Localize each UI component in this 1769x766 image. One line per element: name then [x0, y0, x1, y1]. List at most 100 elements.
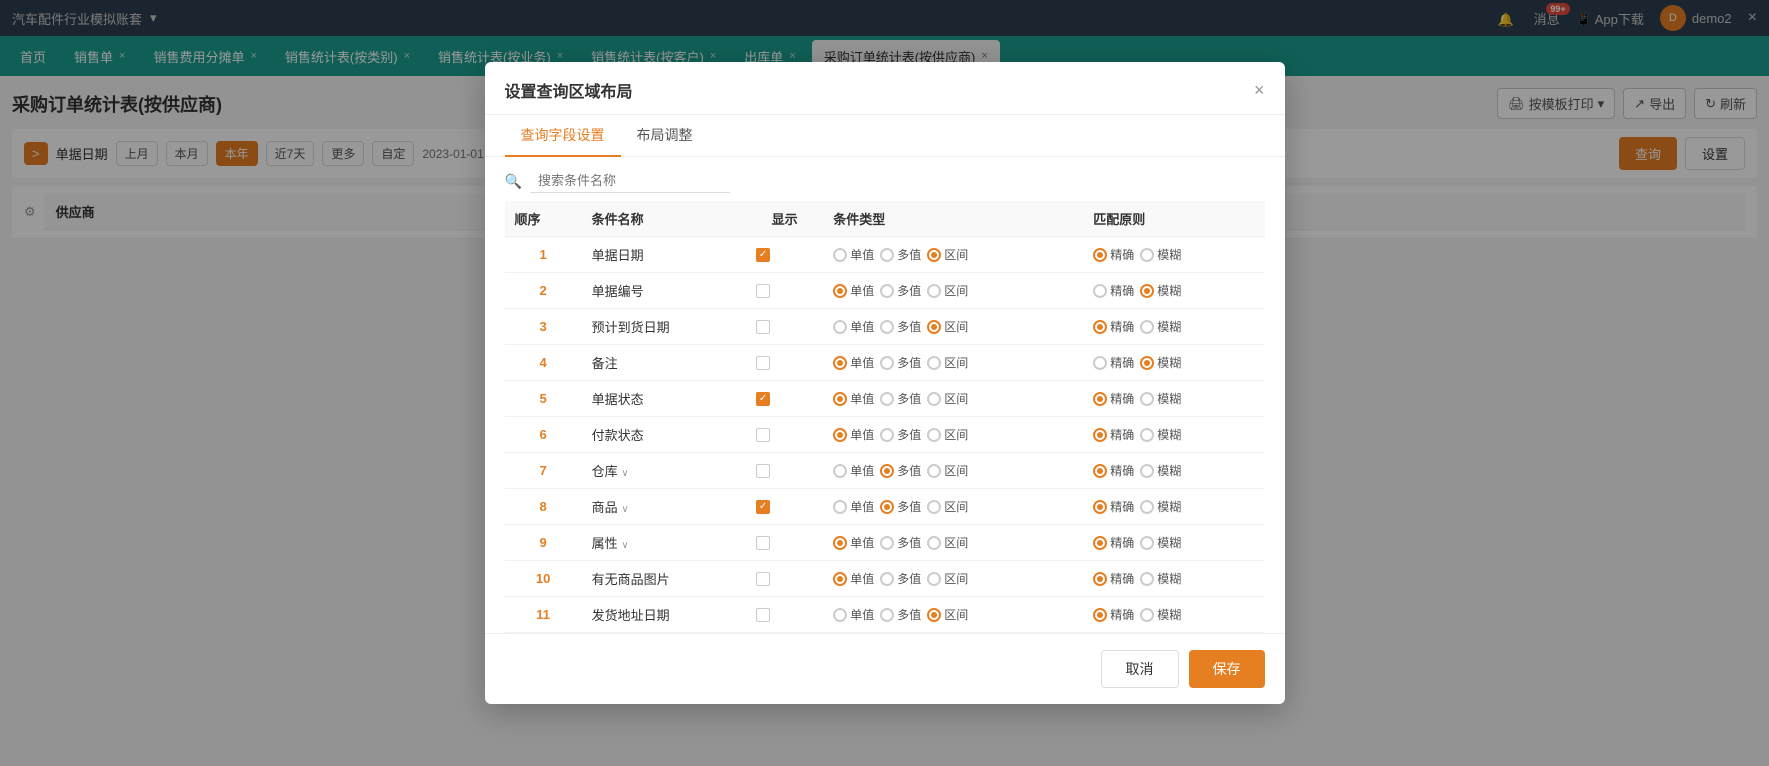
- radio-type-单值[interactable]: 单值: [833, 354, 874, 371]
- radio-match-模糊[interactable]: 模糊: [1140, 498, 1181, 515]
- row-display-checkbox[interactable]: [746, 417, 823, 453]
- radio-label: 区间: [944, 534, 968, 551]
- radio-match-精确[interactable]: 精确: [1093, 426, 1134, 443]
- row-type-options: 单值多值区间: [823, 381, 1083, 417]
- row-display-checkbox[interactable]: [746, 525, 823, 561]
- radio-type-多值[interactable]: 多值: [880, 426, 921, 443]
- radio-label: 模糊: [1157, 318, 1181, 335]
- modal-search-input[interactable]: [530, 169, 730, 193]
- radio-type-单值[interactable]: 单值: [833, 534, 874, 551]
- modal-close-button[interactable]: ×: [1254, 80, 1265, 101]
- radio-dot: [1093, 572, 1107, 586]
- row-display-checkbox[interactable]: [746, 381, 823, 417]
- radio-match-精确[interactable]: 精确: [1093, 282, 1134, 299]
- checkbox[interactable]: [756, 536, 770, 550]
- radio-type-区间[interactable]: 区间: [927, 354, 968, 371]
- radio-match-模糊[interactable]: 模糊: [1140, 534, 1181, 551]
- checkbox[interactable]: [756, 464, 770, 478]
- radio-match-精确[interactable]: 精确: [1093, 246, 1134, 263]
- radio-type-单值[interactable]: 单值: [833, 390, 874, 407]
- radio-match-模糊[interactable]: 模糊: [1140, 354, 1181, 371]
- radio-type-单值[interactable]: 单值: [833, 462, 874, 479]
- expand-arrow-icon[interactable]: ∨: [621, 468, 628, 479]
- radio-match-模糊[interactable]: 模糊: [1140, 246, 1181, 263]
- radio-type-多值[interactable]: 多值: [880, 498, 921, 515]
- radio-type-区间[interactable]: 区间: [927, 318, 968, 335]
- radio-match-精确[interactable]: 精确: [1093, 570, 1134, 587]
- expand-arrow-icon[interactable]: ∨: [621, 540, 628, 551]
- row-display-checkbox[interactable]: [746, 273, 823, 309]
- checkbox[interactable]: [756, 608, 770, 622]
- radio-type-单值[interactable]: 单值: [833, 246, 874, 263]
- radio-type-区间[interactable]: 区间: [927, 570, 968, 587]
- radio-match-模糊[interactable]: 模糊: [1140, 606, 1181, 623]
- checkbox[interactable]: [756, 248, 770, 262]
- checkbox[interactable]: [756, 320, 770, 334]
- modal-footer: 取消 保存: [485, 633, 1285, 704]
- radio-match-精确[interactable]: 精确: [1093, 462, 1134, 479]
- checkbox[interactable]: [756, 356, 770, 370]
- radio-label: 模糊: [1157, 426, 1181, 443]
- radio-match-模糊[interactable]: 模糊: [1140, 426, 1181, 443]
- radio-match-模糊[interactable]: 模糊: [1140, 318, 1181, 335]
- radio-match-精确[interactable]: 精确: [1093, 606, 1134, 623]
- radio-type-单值[interactable]: 单值: [833, 606, 874, 623]
- save-button[interactable]: 保存: [1189, 650, 1265, 688]
- expand-arrow-icon[interactable]: ∨: [621, 504, 628, 515]
- radio-match-模糊[interactable]: 模糊: [1140, 570, 1181, 587]
- checkbox[interactable]: [756, 284, 770, 298]
- checkbox[interactable]: [756, 392, 770, 406]
- row-display-checkbox[interactable]: [746, 561, 823, 597]
- radio-type-区间[interactable]: 区间: [927, 426, 968, 443]
- row-display-checkbox[interactable]: [746, 489, 823, 525]
- radio-type-多值[interactable]: 多值: [880, 354, 921, 371]
- radio-type-区间[interactable]: 区间: [927, 498, 968, 515]
- cancel-button[interactable]: 取消: [1101, 650, 1179, 688]
- radio-type-单值[interactable]: 单值: [833, 282, 874, 299]
- row-display-checkbox[interactable]: [746, 237, 823, 273]
- radio-dot: [927, 284, 941, 298]
- radio-type-多值[interactable]: 多值: [880, 606, 921, 623]
- row-type-options: 单值多值区间: [823, 453, 1083, 489]
- radio-type-多值[interactable]: 多值: [880, 318, 921, 335]
- radio-type-区间[interactable]: 区间: [927, 606, 968, 623]
- radio-type-单值[interactable]: 单值: [833, 318, 874, 335]
- radio-type-多值[interactable]: 多值: [880, 246, 921, 263]
- radio-type-多值[interactable]: 多值: [880, 282, 921, 299]
- radio-type-区间[interactable]: 区间: [927, 390, 968, 407]
- table-row: 1单据日期单值多值区间精确模糊: [505, 237, 1265, 273]
- radio-label: 精确: [1110, 498, 1134, 515]
- radio-match-模糊[interactable]: 模糊: [1140, 462, 1181, 479]
- radio-match-精确[interactable]: 精确: [1093, 534, 1134, 551]
- row-seq: 9: [505, 525, 582, 561]
- checkbox[interactable]: [756, 572, 770, 586]
- radio-type-区间[interactable]: 区间: [927, 246, 968, 263]
- radio-label: 区间: [944, 246, 968, 263]
- row-display-checkbox[interactable]: [746, 597, 823, 633]
- tab-layout-adjust[interactable]: 布局调整: [621, 115, 709, 157]
- radio-type-多值[interactable]: 多值: [880, 570, 921, 587]
- radio-match-精确[interactable]: 精确: [1093, 318, 1134, 335]
- radio-type-单值[interactable]: 单值: [833, 498, 874, 515]
- row-display-checkbox[interactable]: [746, 453, 823, 489]
- radio-match-模糊[interactable]: 模糊: [1140, 390, 1181, 407]
- radio-type-多值[interactable]: 多值: [880, 390, 921, 407]
- row-seq: 1: [505, 237, 582, 273]
- radio-type-单值[interactable]: 单值: [833, 426, 874, 443]
- row-display-checkbox[interactable]: [746, 309, 823, 345]
- radio-type-区间[interactable]: 区间: [927, 462, 968, 479]
- row-display-checkbox[interactable]: [746, 345, 823, 381]
- radio-match-精确[interactable]: 精确: [1093, 390, 1134, 407]
- radio-type-多值[interactable]: 多值: [880, 462, 921, 479]
- checkbox[interactable]: [756, 500, 770, 514]
- radio-match-精确[interactable]: 精确: [1093, 354, 1134, 371]
- radio-match-精确[interactable]: 精确: [1093, 498, 1134, 515]
- tab-query-fields[interactable]: 查询字段设置: [505, 115, 621, 157]
- radio-type-单值[interactable]: 单值: [833, 570, 874, 587]
- radio-match-模糊[interactable]: 模糊: [1140, 282, 1181, 299]
- checkbox[interactable]: [756, 428, 770, 442]
- radio-type-区间[interactable]: 区间: [927, 282, 968, 299]
- radio-label: 单值: [850, 498, 874, 515]
- radio-type-区间[interactable]: 区间: [927, 534, 968, 551]
- radio-type-多值[interactable]: 多值: [880, 534, 921, 551]
